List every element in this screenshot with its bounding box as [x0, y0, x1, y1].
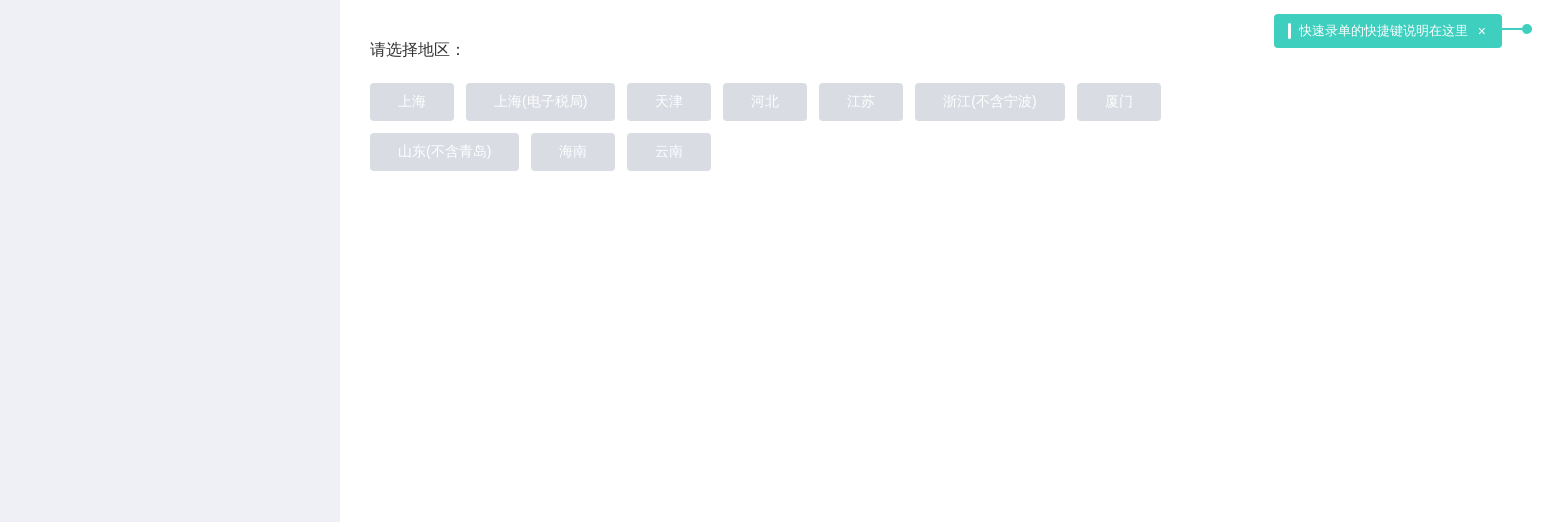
main-content: 请选择地区： 上海 上海(电子税局) 天津 河北 江苏 浙江(不含宁波) 厦门 … — [340, 0, 1562, 522]
region-btn-hebei[interactable]: 河北 — [723, 83, 807, 121]
region-btn-xiamen[interactable]: 厦门 — [1077, 83, 1161, 121]
tooltip-close-button[interactable]: × — [1476, 24, 1488, 38]
region-buttons-row-1: 上海 上海(电子税局) 天津 河北 江苏 浙江(不含宁波) 厦门 — [370, 83, 1532, 121]
region-btn-hainan[interactable]: 海南 — [531, 133, 615, 171]
tooltip-bar — [1288, 23, 1291, 39]
left-panel — [0, 0, 340, 522]
tooltip-connector-line — [1500, 28, 1522, 30]
region-btn-shanghai[interactable]: 上海 — [370, 83, 454, 121]
tooltip-text: 快速录单的快捷键说明在这里 — [1299, 22, 1468, 40]
tooltip-banner: 快速录单的快捷键说明在这里 × — [1274, 14, 1502, 48]
region-btn-yunnan[interactable]: 云南 — [627, 133, 711, 171]
region-btn-shanghai-etax[interactable]: 上海(电子税局) — [466, 83, 615, 121]
region-buttons-row-2: 山东(不含青岛) 海南 云南 — [370, 133, 1532, 171]
region-btn-tianjin[interactable]: 天津 — [627, 83, 711, 121]
region-btn-jiangsu[interactable]: 江苏 — [819, 83, 903, 121]
region-btn-shandong[interactable]: 山东(不含青岛) — [370, 133, 519, 171]
tooltip-connector-dot — [1522, 24, 1532, 34]
region-btn-zhejiang[interactable]: 浙江(不含宁波) — [915, 83, 1064, 121]
